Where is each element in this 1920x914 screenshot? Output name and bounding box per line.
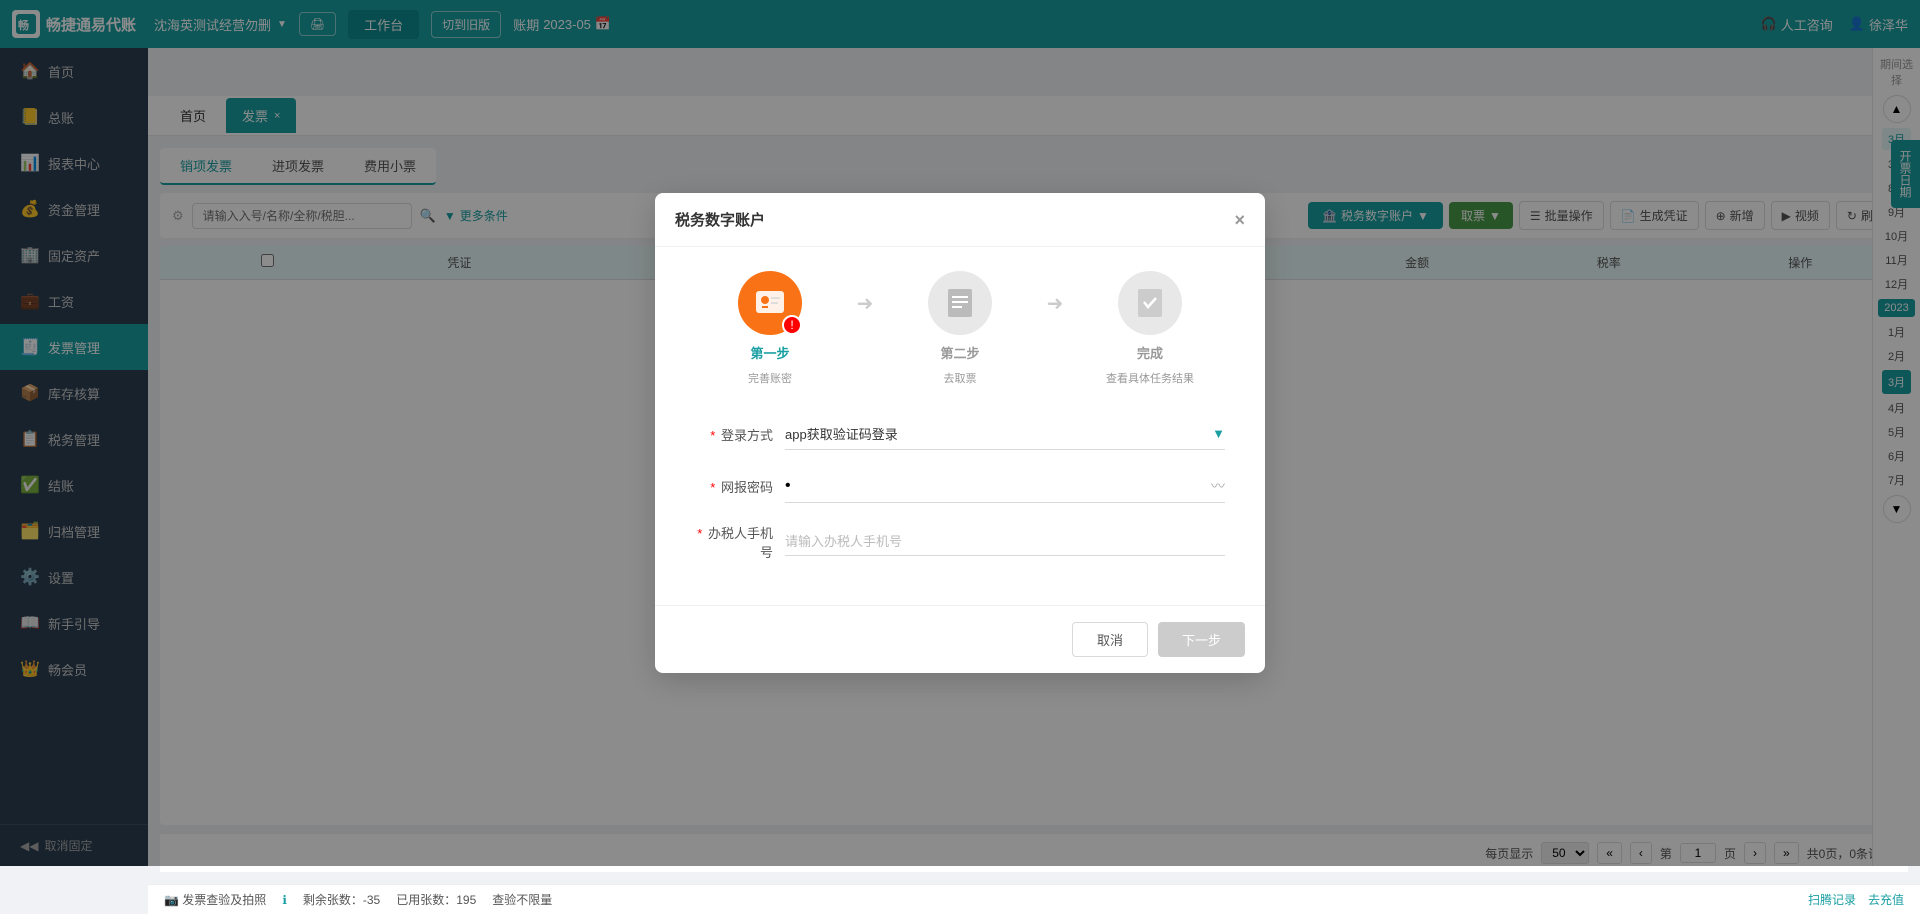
login-method-control: app获取验证码登录 ▼ (785, 418, 1225, 450)
step-1-label: 第一步 (750, 343, 789, 362)
login-method-select[interactable]: app获取验证码登录 ▼ (785, 418, 1225, 450)
scan-icon: 📷 (164, 893, 179, 907)
password-control: 〰 (785, 470, 1225, 503)
phone-control (785, 528, 1225, 556)
scan-record-link[interactable]: 扫腾记录 (1808, 891, 1856, 908)
recharge-link[interactable]: 去充值 (1868, 891, 1904, 908)
step-2-desc: 去取票 (944, 370, 977, 386)
password-input[interactable] (785, 477, 1211, 495)
bottom-bar: 📷 发票查验及拍照 ℹ 剩余张数：-35 已用张数：195 查验不限量 扫腾记录… (148, 884, 1920, 914)
cancel-button[interactable]: 取消 (1072, 622, 1148, 657)
select-arrow-icon: ▼ (1212, 426, 1225, 441)
phone-label: * 办税人手机号 (695, 523, 785, 561)
step-2-label: 第二步 (940, 343, 979, 362)
login-method-row: * 登录方式 app获取验证码登录 ▼ (695, 418, 1225, 450)
step-1: ! 第一步 完善账密 (695, 271, 845, 386)
step-arrow-1: ➜ (845, 271, 885, 316)
phone-input[interactable] (785, 528, 1225, 556)
step-2-icon (928, 271, 992, 335)
phone-row: * 办税人手机号 (695, 523, 1225, 561)
step-2: 第二步 去取票 (885, 271, 1035, 386)
step-3-desc: 查看具体任务结果 (1106, 370, 1194, 386)
password-label: * 网报密码 (695, 477, 785, 496)
step-3: 完成 查看具体任务结果 (1075, 271, 1225, 386)
dialog-title: 税务数字账户 (675, 209, 765, 230)
step-arrow-2: ➜ (1035, 271, 1075, 316)
dialog-body: ! 第一步 完善账密 ➜ (655, 247, 1265, 605)
dialog-header: 税务数字账户 × (655, 193, 1265, 247)
login-method-label: * 登录方式 (695, 425, 785, 444)
dialog-close-btn[interactable]: × (1234, 211, 1245, 229)
step-1-desc: 完善账密 (748, 370, 792, 386)
step-1-icon: ! (738, 271, 802, 335)
eye-icon[interactable]: 〰 (1211, 476, 1225, 496)
password-field-wrap: 〰 (785, 470, 1225, 503)
steps: ! 第一步 完善账密 ➜ (695, 271, 1225, 386)
info-icon[interactable]: ℹ (282, 893, 287, 907)
password-row: * 网报密码 〰 (695, 470, 1225, 503)
next-button[interactable]: 下一步 (1158, 622, 1245, 657)
step-3-icon (1118, 271, 1182, 335)
step-1-error-badge: ! (782, 315, 802, 335)
dialog: 税务数字账户 × ! (655, 193, 1265, 673)
step-3-label: 完成 (1137, 343, 1163, 362)
modal-overlay: 税务数字账户 × ! (0, 0, 1920, 866)
scan-label: 📷 发票查验及拍照 (164, 891, 266, 908)
dialog-footer: 取消 下一步 (655, 605, 1265, 673)
